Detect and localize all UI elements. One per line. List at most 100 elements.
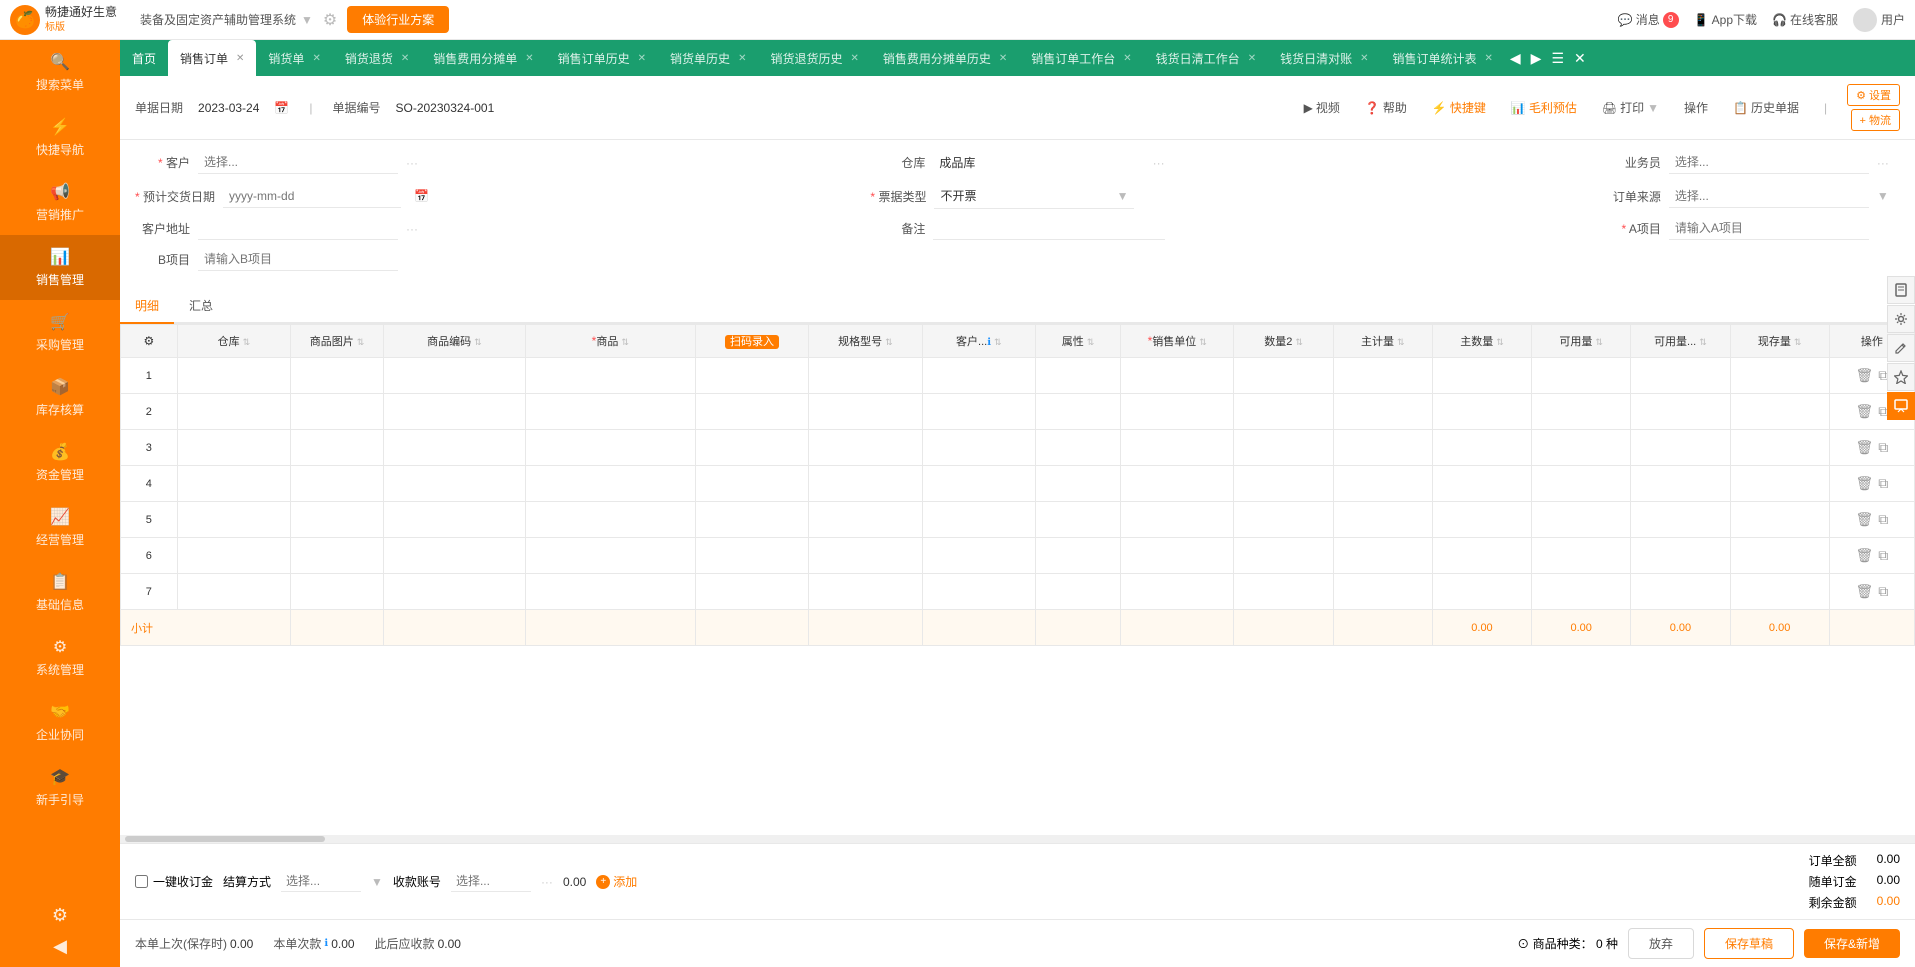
row-warehouse-1[interactable] — [177, 358, 290, 394]
discard-button[interactable]: 放弃 — [1628, 928, 1694, 959]
tab-close-all-btn[interactable]: ✕ — [1569, 50, 1591, 67]
row-code-2[interactable] — [383, 394, 525, 430]
row-unit-7[interactable] — [1121, 574, 1234, 610]
float-btn-1[interactable] — [1887, 276, 1915, 304]
tab-sales-goods-history[interactable]: 销货单历史 ✕ — [658, 40, 758, 76]
note-input[interactable] — [933, 217, 1164, 240]
row-delete-2[interactable]: 🗑 — [1855, 403, 1873, 420]
row-attr-6[interactable] — [1036, 538, 1121, 574]
row-qty2-4[interactable] — [1234, 466, 1333, 502]
current-info-icon[interactable]: ℹ — [324, 938, 328, 949]
tab-close-return-history[interactable]: ✕ — [850, 53, 858, 64]
sort-stock-icon[interactable]: ⇅ — [1794, 337, 1802, 348]
row-spec-1[interactable] — [809, 358, 922, 394]
sidebar-item-marketing[interactable]: 📢 营销推广 — [0, 170, 120, 235]
settings-gear-icon[interactable]: ⚙ — [323, 10, 337, 30]
b-project-input[interactable] — [198, 248, 398, 271]
tab-prev-btn[interactable]: ◀ — [1505, 50, 1526, 67]
row-main-qty-7[interactable] — [1432, 574, 1531, 610]
sort-warehouse-icon[interactable]: ⇅ — [243, 337, 251, 348]
calendar-icon[interactable]: 📅 — [274, 101, 289, 115]
sidebar-item-purchase[interactable]: 🛒 采购管理 — [0, 300, 120, 365]
row-spec-5[interactable] — [809, 502, 922, 538]
row-attr-2[interactable] — [1036, 394, 1121, 430]
row-main-qty-1[interactable] — [1432, 358, 1531, 394]
row-spec-3[interactable] — [809, 430, 922, 466]
row-code-1[interactable] — [383, 358, 525, 394]
row-copy-4[interactable]: ⧉ — [1878, 475, 1888, 492]
row-warehouse-2[interactable] — [177, 394, 290, 430]
row-code-3[interactable] — [383, 430, 525, 466]
row-unit-4[interactable] — [1121, 466, 1234, 502]
profit-btn[interactable]: 📊 毛利预估 — [1506, 96, 1582, 119]
row-delete-1[interactable]: 🗑 — [1855, 367, 1873, 384]
sidebar-item-operations[interactable]: 📈 经营管理 — [0, 495, 120, 560]
address-input[interactable] — [198, 217, 398, 240]
salesperson-input[interactable] — [1669, 151, 1869, 174]
view-video-btn[interactable]: ▶ 视频 — [1299, 96, 1345, 119]
float-btn-5[interactable] — [1887, 392, 1915, 420]
row-spec-7[interactable] — [809, 574, 922, 610]
sidebar-item-basic-info[interactable]: 📋 基础信息 — [0, 560, 120, 625]
row-code-7[interactable] — [383, 574, 525, 610]
sidebar-item-inventory[interactable]: 📦 库存核算 — [0, 365, 120, 430]
sort-unit-icon[interactable]: ⇅ — [1199, 337, 1207, 348]
sort-customer-icon[interactable]: ⇅ — [994, 337, 1002, 348]
tab-sales-order-history[interactable]: 销售订单历史 ✕ — [546, 40, 658, 76]
print-btn[interactable]: 🖨 打印 ▼ — [1597, 96, 1664, 119]
tab-sales-order[interactable]: 销售订单 ✕ — [168, 40, 256, 76]
tab-close-sales-order[interactable]: ✕ — [236, 53, 244, 64]
tab-close-sales-goods[interactable]: ✕ — [312, 53, 320, 64]
th-settings[interactable]: ⚙ — [121, 325, 178, 358]
row-customer-3[interactable] — [922, 430, 1035, 466]
row-qty2-6[interactable] — [1234, 538, 1333, 574]
row-warehouse-7[interactable] — [177, 574, 290, 610]
sort-avail2-icon[interactable]: ⇅ — [1699, 337, 1707, 348]
row-code-6[interactable] — [383, 538, 525, 574]
row-main-unit-4[interactable] — [1333, 466, 1432, 502]
row-main-unit-7[interactable] — [1333, 574, 1432, 610]
tab-return-history[interactable]: 销货退货历史 ✕ — [758, 40, 870, 76]
app-download-btn[interactable]: 📱 App下载 — [1694, 11, 1757, 28]
row-qty2-2[interactable] — [1234, 394, 1333, 430]
row-product-5[interactable] — [525, 502, 695, 538]
row-customer-5[interactable] — [922, 502, 1035, 538]
row-customer-4[interactable] — [922, 466, 1035, 502]
tab-sales-goods[interactable]: 销货单 ✕ — [256, 40, 332, 76]
help-btn[interactable]: ❓ 帮助 — [1360, 96, 1412, 119]
tab-sales-stats[interactable]: 销售订单统计表 ✕ — [1380, 40, 1504, 76]
row-attr-5[interactable] — [1036, 502, 1121, 538]
message-btn[interactable]: 💬 消息 9 — [1618, 11, 1679, 28]
row-delete-3[interactable]: 🗑 — [1855, 439, 1873, 456]
salesperson-more-icon[interactable]: ··· — [1877, 156, 1889, 170]
row-attr-4[interactable] — [1036, 466, 1121, 502]
table-settings-icon[interactable]: ⚙ — [143, 334, 154, 348]
row-main-unit-3[interactable] — [1333, 430, 1432, 466]
row-spec-2[interactable] — [809, 394, 922, 430]
row-attr-3[interactable] — [1036, 430, 1121, 466]
row-copy-7[interactable]: ⧉ — [1878, 583, 1888, 600]
warehouse-more-icon[interactable]: ··· — [1153, 156, 1165, 170]
tab-home[interactable]: 首页 — [120, 40, 168, 76]
row-code-4[interactable] — [383, 466, 525, 502]
add-payment-btn[interactable]: + 添加 — [596, 873, 637, 890]
row-unit-3[interactable] — [1121, 430, 1234, 466]
tab-list-btn[interactable]: ☰ — [1546, 50, 1569, 67]
sort-main-unit-icon[interactable]: ⇅ — [1397, 337, 1405, 348]
tab-sales-fee[interactable]: 销售费用分摊单 ✕ — [421, 40, 545, 76]
tab-close-sales-return[interactable]: ✕ — [401, 53, 409, 64]
solution-button[interactable]: 体验行业方案 — [347, 6, 449, 33]
row-product-7[interactable] — [525, 574, 695, 610]
row-customer-1[interactable] — [922, 358, 1035, 394]
sort-code-icon[interactable]: ⇅ — [474, 337, 482, 348]
row-delete-7[interactable]: 🗑 — [1855, 583, 1873, 600]
row-code-5[interactable] — [383, 502, 525, 538]
row-unit-1[interactable] — [1121, 358, 1234, 394]
row-spec-4[interactable] — [809, 466, 922, 502]
row-main-unit-5[interactable] — [1333, 502, 1432, 538]
sort-attr-icon[interactable]: ⇅ — [1087, 337, 1095, 348]
row-spec-6[interactable] — [809, 538, 922, 574]
deposit-checkbox[interactable] — [135, 875, 148, 888]
tab-fee-history[interactable]: 销售费用分摊单历史 ✕ — [871, 40, 1019, 76]
delivery-calendar-icon[interactable]: 📅 — [414, 189, 429, 203]
